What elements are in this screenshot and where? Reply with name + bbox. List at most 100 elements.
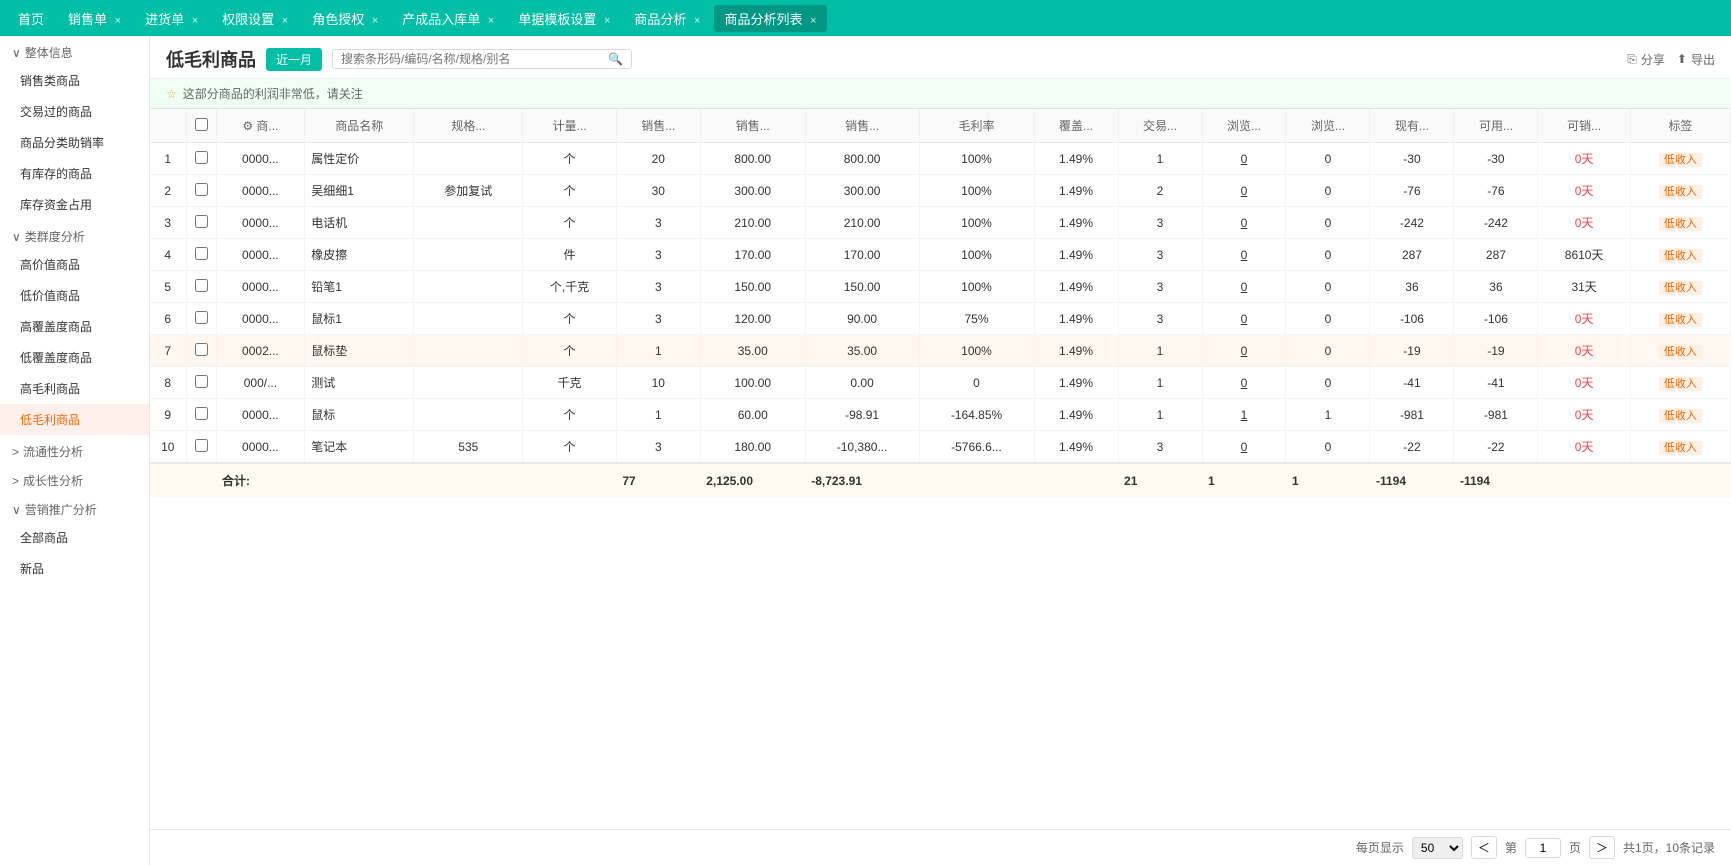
view1-link[interactable]: 0 xyxy=(1241,344,1248,358)
col-tag-header[interactable]: 标签 xyxy=(1630,109,1730,143)
prev-page-button[interactable]: ＜ xyxy=(1471,836,1497,859)
row-view1[interactable]: 0 xyxy=(1202,239,1286,271)
sidebar-item-high-margin[interactable]: 高毛利商品 xyxy=(0,373,149,404)
search-icon[interactable]: 🔍 xyxy=(608,52,623,66)
row-check[interactable] xyxy=(186,271,216,303)
row-check[interactable] xyxy=(186,175,216,207)
row-checkbox[interactable] xyxy=(195,247,208,260)
row-check[interactable] xyxy=(186,367,216,399)
col-gross-margin-header[interactable]: 毛利率 xyxy=(919,109,1034,143)
current-page-input[interactable] xyxy=(1525,838,1561,858)
row-view1[interactable]: 1 xyxy=(1202,399,1286,431)
close-role-icon[interactable]: × xyxy=(372,15,378,27)
row-check[interactable] xyxy=(186,335,216,367)
close-product-in-icon[interactable]: × xyxy=(488,15,494,27)
share-button[interactable]: ⎘ 分享 xyxy=(1627,51,1665,68)
row-check[interactable] xyxy=(186,431,216,464)
sidebar-group-cluster[interactable]: ∨ 类群度分析 xyxy=(0,220,149,249)
row-view1[interactable]: 0 xyxy=(1202,271,1286,303)
col-view1-header[interactable]: 浏览... xyxy=(1202,109,1286,143)
close-permission-icon[interactable]: × xyxy=(282,15,288,27)
row-view1[interactable]: 0 xyxy=(1202,175,1286,207)
row-view1[interactable]: 0 xyxy=(1202,207,1286,239)
sidebar-group-marketing[interactable]: ∨ 营销推广分析 xyxy=(0,493,149,522)
view1-link[interactable]: 0 xyxy=(1241,376,1248,390)
col-available-header[interactable]: 可用... xyxy=(1454,109,1538,143)
row-checkbox[interactable] xyxy=(195,375,208,388)
sidebar-item-all-goods[interactable]: 全部商品 xyxy=(0,522,149,553)
row-checkbox[interactable] xyxy=(195,439,208,452)
sidebar-item-new-goods[interactable]: 新品 xyxy=(0,553,149,584)
view1-link[interactable]: 0 xyxy=(1241,248,1248,262)
table-container[interactable]: ⚙ 商... 商品名称 规格... 计量... 销售... 销售... 销售..… xyxy=(150,109,1731,829)
close-analysis-icon[interactable]: × xyxy=(694,15,700,27)
sidebar-item-stock-goods[interactable]: 有库存的商品 xyxy=(0,158,149,189)
close-template-icon[interactable]: × xyxy=(604,15,610,27)
close-sales-icon[interactable]: × xyxy=(115,15,121,27)
nav-analysis[interactable]: 商品分析 × xyxy=(624,5,710,32)
row-checkbox[interactable] xyxy=(195,407,208,420)
row-checkbox[interactable] xyxy=(195,183,208,196)
sidebar-item-high-value[interactable]: 高价值商品 xyxy=(0,249,149,280)
close-purchase-icon[interactable]: × xyxy=(192,15,198,27)
sidebar-group-overall[interactable]: ∨ 整体信息 xyxy=(0,36,149,65)
row-checkbox[interactable] xyxy=(195,215,208,228)
export-button[interactable]: ⬆ 导出 xyxy=(1677,51,1715,68)
row-checkbox[interactable] xyxy=(195,311,208,324)
nav-role[interactable]: 角色授权 × xyxy=(302,5,388,32)
row-checkbox[interactable] xyxy=(195,279,208,292)
col-spec-header[interactable]: 规格... xyxy=(414,109,523,143)
row-check[interactable] xyxy=(186,207,216,239)
sidebar-item-low-value[interactable]: 低价值商品 xyxy=(0,280,149,311)
sidebar-group-growth[interactable]: > 成长性分析 xyxy=(0,464,149,493)
row-view1[interactable]: 0 xyxy=(1202,335,1286,367)
time-filter-button[interactable]: 近一月 xyxy=(266,48,322,71)
row-view1[interactable]: 0 xyxy=(1202,431,1286,464)
view1-link[interactable]: 0 xyxy=(1241,280,1248,294)
col-unit-header[interactable]: 计量... xyxy=(523,109,617,143)
col-sales-qty-header[interactable]: 销售... xyxy=(616,109,700,143)
nav-product-in[interactable]: 产成品入库单 × xyxy=(392,5,504,32)
next-page-button[interactable]: ＞ xyxy=(1589,836,1615,859)
view1-link[interactable]: 0 xyxy=(1241,152,1248,166)
col-sales-amount-header[interactable]: 销售... xyxy=(805,109,919,143)
col-view2-header[interactable]: 浏览... xyxy=(1286,109,1370,143)
row-view1[interactable]: 0 xyxy=(1202,367,1286,399)
view1-link[interactable]: 0 xyxy=(1241,440,1248,454)
row-check[interactable] xyxy=(186,143,216,175)
col-name-header[interactable]: 商品名称 xyxy=(305,109,414,143)
view1-link[interactable]: 0 xyxy=(1241,184,1248,198)
row-view1[interactable]: 0 xyxy=(1202,143,1286,175)
nav-purchase[interactable]: 进货单 × xyxy=(135,5,208,32)
nav-home[interactable]: 首页 xyxy=(8,5,54,32)
sidebar-item-low-margin[interactable]: 低毛利商品 xyxy=(0,404,149,435)
nav-template[interactable]: 单据模板设置 × xyxy=(508,5,620,32)
col-saleable-header[interactable]: 可销... xyxy=(1538,109,1630,143)
col-trade-header[interactable]: 交易... xyxy=(1118,109,1202,143)
view1-link[interactable]: 0 xyxy=(1241,312,1248,326)
sidebar-item-sales-goods[interactable]: 销售类商品 xyxy=(0,65,149,96)
sidebar-item-high-coverage[interactable]: 高覆盖度商品 xyxy=(0,311,149,342)
sidebar-item-category-rate[interactable]: 商品分类助销率 xyxy=(0,127,149,158)
row-check[interactable] xyxy=(186,303,216,335)
select-all-checkbox[interactable] xyxy=(195,118,208,131)
col-sales-price-header[interactable]: 销售... xyxy=(700,109,805,143)
row-check[interactable] xyxy=(186,399,216,431)
col-current-header[interactable]: 现有... xyxy=(1370,109,1454,143)
sidebar-item-capital[interactable]: 库存资金占用 xyxy=(0,189,149,220)
nav-sales[interactable]: 销售单 × xyxy=(58,5,131,32)
search-input[interactable] xyxy=(341,52,604,66)
row-checkbox[interactable] xyxy=(195,343,208,356)
close-analysis-list-icon[interactable]: × xyxy=(810,15,816,27)
sidebar-group-flow[interactable]: > 流通性分析 xyxy=(0,435,149,464)
col-code-header[interactable]: ⚙ 商... xyxy=(216,109,305,143)
col-coverage-header[interactable]: 覆盖... xyxy=(1034,109,1118,143)
nav-analysis-list[interactable]: 商品分析列表 × xyxy=(714,5,826,32)
row-checkbox[interactable] xyxy=(195,151,208,164)
view1-link[interactable]: 0 xyxy=(1241,216,1248,230)
nav-permission[interactable]: 权限设置 × xyxy=(212,5,298,32)
row-check[interactable] xyxy=(186,239,216,271)
page-size-select[interactable]: 50 100 200 xyxy=(1412,837,1463,859)
row-view1[interactable]: 0 xyxy=(1202,303,1286,335)
view1-link[interactable]: 1 xyxy=(1241,408,1248,422)
